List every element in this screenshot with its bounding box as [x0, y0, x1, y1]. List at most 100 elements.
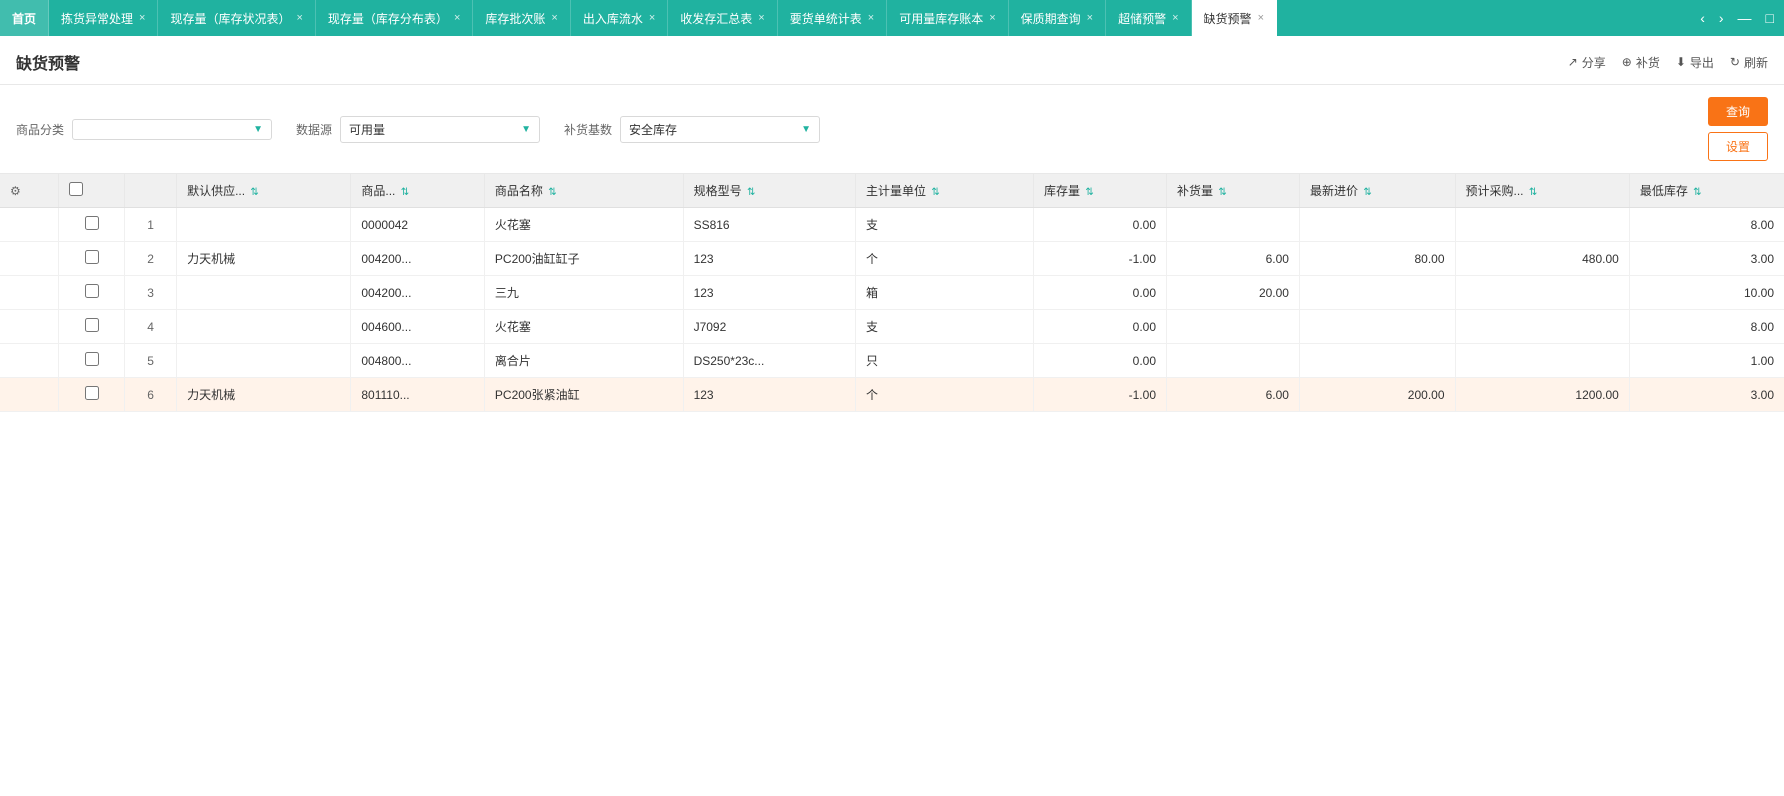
- select-all-checkbox[interactable]: [69, 182, 83, 196]
- td-stock-6: -1.00: [1034, 378, 1167, 412]
- th-product-code[interactable]: 商品... ⇅: [351, 174, 485, 208]
- tab-close-shortage[interactable]: ×: [1258, 12, 1264, 24]
- td-min-stock-3: 10.00: [1629, 276, 1784, 310]
- share-button[interactable]: ↗ 分享: [1568, 54, 1606, 71]
- tab-expiry-query[interactable]: 保质期查询 ×: [1009, 0, 1106, 36]
- th-replenish-qty[interactable]: 补货量 ⇅: [1167, 174, 1300, 208]
- export-icon: ⬇: [1676, 55, 1686, 69]
- td-price-4: [1299, 310, 1455, 344]
- td-min-stock-1: 8.00: [1629, 208, 1784, 242]
- refresh-button[interactable]: ↻ 刷新: [1730, 54, 1768, 71]
- tab-abnormal[interactable]: 拣货异常处理 ×: [49, 0, 158, 36]
- table-row: 1 0000042 火花塞 SS816 支 0.00 8.00: [0, 208, 1784, 242]
- row-checkbox-1[interactable]: [85, 216, 99, 230]
- tab-overstock[interactable]: 超储预警 ×: [1106, 0, 1191, 36]
- td-replenish-5: [1167, 344, 1300, 378]
- sort-code-icon: ⇅: [401, 187, 409, 198]
- th-product-name[interactable]: 商品名称 ⇅: [484, 174, 683, 208]
- td-name-5: 离合片: [484, 344, 683, 378]
- page-title: 缺货预警: [16, 50, 80, 74]
- tab-close-overstock[interactable]: ×: [1172, 12, 1178, 24]
- th-min-stock[interactable]: 最低库存 ⇅: [1629, 174, 1784, 208]
- export-button[interactable]: ⬇ 导出: [1676, 54, 1714, 71]
- td-settings-3: [0, 276, 59, 310]
- data-table: ⚙ 默认供应... ⇅ 商品... ⇅ 商品名称: [0, 174, 1784, 412]
- row-checkbox-4[interactable]: [85, 318, 99, 332]
- th-checkbox: [59, 174, 125, 208]
- th-spec[interactable]: 规格型号 ⇅: [683, 174, 855, 208]
- tab-receive-summary[interactable]: 收发存汇总表 ×: [668, 0, 777, 36]
- td-settings-4: [0, 310, 59, 344]
- row-checkbox-2[interactable]: [85, 250, 99, 264]
- row-checkbox-6[interactable]: [85, 386, 99, 400]
- td-stock-5: 0.00: [1034, 344, 1167, 378]
- window-minimize-button[interactable]: —: [1732, 8, 1758, 28]
- td-checkbox-5: [59, 344, 125, 378]
- tab-close-available-ledger[interactable]: ×: [989, 12, 995, 24]
- td-min-stock-4: 8.00: [1629, 310, 1784, 344]
- datasource-select[interactable]: 可用量 ▼: [340, 116, 540, 143]
- td-unit-3: 箱: [855, 276, 1033, 310]
- header-actions: ↗ 分享 ⊕ 补货 ⬇ 导出 ↻ 刷新: [1568, 54, 1768, 71]
- tab-close-inventory-dist[interactable]: ×: [454, 12, 460, 24]
- th-est-purchase[interactable]: 预计采购... ⇅: [1455, 174, 1629, 208]
- table-row: 5 004800... 离合片 DS250*23c... 只 0.00 1.00: [0, 344, 1784, 378]
- category-select[interactable]: ▼: [72, 119, 272, 140]
- tab-close-abnormal[interactable]: ×: [139, 12, 145, 24]
- tab-close-inventory-status[interactable]: ×: [296, 12, 302, 24]
- tab-scroll-right-button[interactable]: ›: [1713, 8, 1730, 28]
- tab-order-stats[interactable]: 要货单统计表 ×: [778, 0, 887, 36]
- row-checkbox-3[interactable]: [85, 284, 99, 298]
- window-maximize-button[interactable]: □: [1760, 8, 1780, 28]
- td-checkbox-4: [59, 310, 125, 344]
- replenish-base-select[interactable]: 安全库存 ▼: [620, 116, 820, 143]
- tab-inout-flow[interactable]: 出入库流水 ×: [571, 0, 668, 36]
- settings-button[interactable]: 设置: [1708, 132, 1768, 161]
- query-button[interactable]: 查询: [1708, 97, 1768, 126]
- th-stock[interactable]: 库存量 ⇅: [1034, 174, 1167, 208]
- category-filter-group: 商品分类 ▼: [16, 119, 272, 140]
- td-code-4: 004600...: [351, 310, 485, 344]
- tab-scroll-left-button[interactable]: ‹: [1694, 8, 1711, 28]
- td-spec-3: 123: [683, 276, 855, 310]
- td-price-1: [1299, 208, 1455, 242]
- tab-close-inout-flow[interactable]: ×: [649, 12, 655, 24]
- th-settings[interactable]: ⚙: [0, 174, 59, 208]
- sort-price-icon: ⇅: [1363, 187, 1371, 198]
- td-name-2: PC200油缸缸子: [484, 242, 683, 276]
- replenish-button[interactable]: ⊕ 补货: [1622, 54, 1660, 71]
- th-latest-price[interactable]: 最新进价 ⇅: [1299, 174, 1455, 208]
- replenish-icon: ⊕: [1622, 55, 1632, 69]
- td-name-3: 三九: [484, 276, 683, 310]
- tab-close-expiry-query[interactable]: ×: [1087, 12, 1093, 24]
- row-checkbox-5[interactable]: [85, 352, 99, 366]
- sort-name-icon: ⇅: [548, 187, 556, 198]
- tab-home[interactable]: 首页: [0, 0, 49, 36]
- td-code-5: 004800...: [351, 344, 485, 378]
- th-default-supplier[interactable]: 默认供应... ⇅: [177, 174, 351, 208]
- replenish-base-filter-group: 补货基数 安全库存 ▼: [564, 116, 820, 143]
- tab-batch-account[interactable]: 库存批次账 ×: [473, 0, 570, 36]
- tab-inventory-status[interactable]: 现存量（库存状况表） ×: [158, 0, 315, 36]
- td-checkbox-1: [59, 208, 125, 242]
- tab-close-receive-summary[interactable]: ×: [758, 12, 764, 24]
- sort-min-stock-icon: ⇅: [1693, 187, 1701, 198]
- td-purchase-5: [1455, 344, 1629, 378]
- td-settings-1: [0, 208, 59, 242]
- td-checkbox-3: [59, 276, 125, 310]
- tab-shortage[interactable]: 缺货预警 ×: [1192, 0, 1277, 36]
- tab-close-order-stats[interactable]: ×: [868, 12, 874, 24]
- refresh-icon: ↻: [1730, 55, 1740, 69]
- td-name-6: PC200张紧油缸: [484, 378, 683, 412]
- settings-icon[interactable]: ⚙: [10, 184, 21, 198]
- sort-supplier-icon: ⇅: [250, 187, 258, 198]
- th-unit[interactable]: 主计量单位 ⇅: [855, 174, 1033, 208]
- td-code-6: 801110...: [351, 378, 485, 412]
- td-name-1: 火花塞: [484, 208, 683, 242]
- td-stock-4: 0.00: [1034, 310, 1167, 344]
- td-price-6: 200.00: [1299, 378, 1455, 412]
- tab-inventory-dist[interactable]: 现存量（库存分布表） ×: [316, 0, 473, 36]
- tab-close-batch-account[interactable]: ×: [551, 12, 557, 24]
- tab-available-ledger[interactable]: 可用量库存账本 ×: [887, 0, 1008, 36]
- td-supplier-4: [177, 310, 351, 344]
